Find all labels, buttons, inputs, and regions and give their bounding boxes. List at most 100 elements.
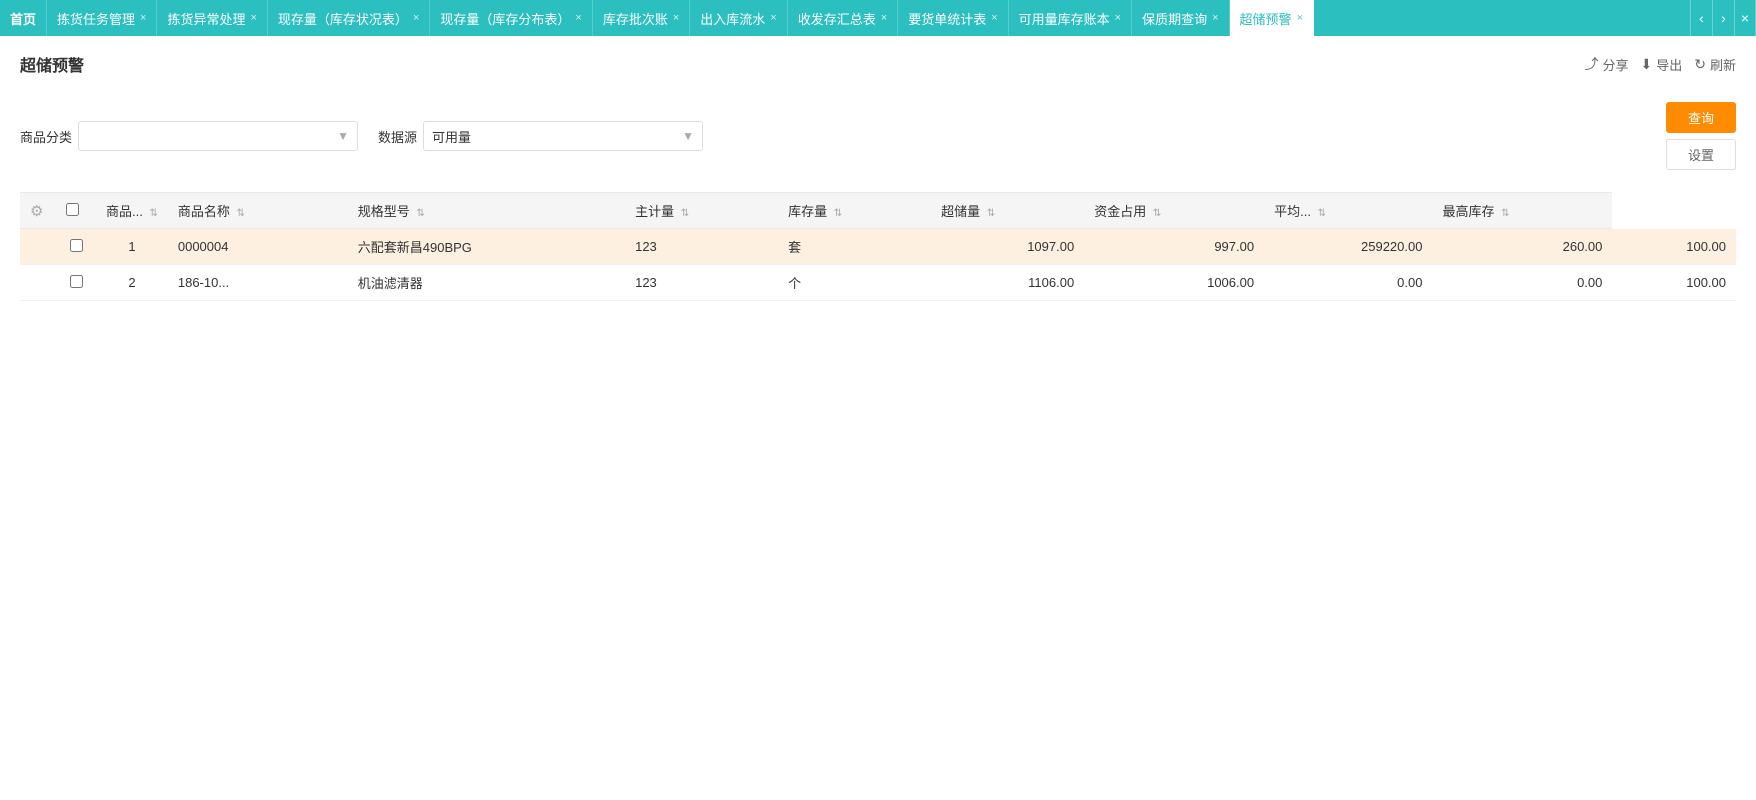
row-stock-0: 1097.00 [931, 229, 1084, 265]
product-category-select[interactable]: ▼ [78, 121, 358, 151]
row-max-stock-1: 100.00 [1612, 265, 1736, 301]
table-row: 1 0000004 六配套新昌490BPG 123 套 1097.00 997.… [20, 229, 1736, 265]
product-category-label: 商品分类 [20, 127, 72, 146]
row-checkbox-1[interactable] [70, 275, 83, 288]
export-label: 导出 [1656, 55, 1682, 74]
nav-tab-4-label: 库存批次账 [603, 9, 668, 28]
nav-tab-5-close[interactable]: × [770, 12, 776, 24]
nav-tab-1[interactable]: 拣货异常处理 × [157, 0, 267, 36]
col-header-avg: 平均... ⇅ [1264, 193, 1432, 229]
header-actions: ⤴ 分享 ⬇ 导出 ↻ 刷新 [1584, 54, 1736, 74]
row-capital-0: 259220.00 [1264, 229, 1432, 265]
sort-product-name-icon[interactable]: ⇅ [237, 208, 245, 219]
nav-tab-3-close[interactable]: × [575, 12, 581, 24]
page-header: 超储预警 ⤴ 分享 ⬇ 导出 ↻ 刷新 [20, 52, 1736, 76]
nav-tab-10[interactable]: 超储预警 × [1230, 0, 1314, 36]
nav-tab-0[interactable]: 拣货任务管理 × [47, 0, 157, 36]
row-product-name-1: 机油滤清器 [348, 265, 625, 301]
sort-avg-icon[interactable]: ⇅ [1318, 208, 1326, 219]
nav-tab-3[interactable]: 现存量（库存分布表） × [430, 0, 592, 36]
filter-area: 商品分类 ▼ 数据源 可用量 ▼ 查询 设置 [20, 92, 1736, 180]
nav-tab-2-close[interactable]: × [413, 12, 419, 24]
refresh-icon: ↻ [1694, 56, 1706, 73]
nav-tab-0-label: 拣货任务管理 [57, 9, 135, 28]
col-header-max-stock: 最高库存 ⇅ [1432, 193, 1612, 229]
sort-capital-icon[interactable]: ⇅ [1153, 208, 1161, 219]
row-product-code-1: 186-10... [168, 265, 348, 301]
nav-tab-9-label: 保质期查询 [1142, 9, 1207, 28]
nav-tab-9[interactable]: 保质期查询 × [1132, 0, 1229, 36]
nav-tab-6[interactable]: 收发存汇总表 × [788, 0, 898, 36]
row-unit-0: 套 [778, 229, 931, 265]
row-capital-1: 0.00 [1264, 265, 1432, 301]
row-unit-1: 个 [778, 265, 931, 301]
row-checkbox-cell-0 [56, 229, 96, 265]
nav-close-button[interactable]: × [1734, 0, 1756, 36]
nav-tab-7-label: 要货单统计表 [908, 9, 986, 28]
nav-tab-7[interactable]: 要货单统计表 × [898, 0, 1008, 36]
nav-tab-4[interactable]: 库存批次账 × [593, 0, 690, 36]
nav-tab-2[interactable]: 现存量（库存状况表） × [268, 0, 430, 36]
refresh-label: 刷新 [1710, 55, 1736, 74]
gear-icon[interactable]: ⚙ [30, 203, 43, 220]
refresh-button[interactable]: ↻ 刷新 [1694, 55, 1736, 74]
setting-button[interactable]: 设置 [1666, 139, 1736, 170]
nav-arrows: ‹ › × [1690, 0, 1756, 36]
nav-tab-8-label: 可用量库存账本 [1019, 9, 1110, 28]
col-header-unit: 主计量 ⇅ [625, 193, 778, 229]
row-overstock-0: 997.00 [1084, 229, 1264, 265]
export-button[interactable]: ⬇ 导出 [1641, 55, 1683, 74]
col-header-product-code: 商品... ⇅ [96, 193, 168, 229]
nav-tab-8-close[interactable]: × [1115, 12, 1121, 24]
col-header-product-name: 商品名称 ⇅ [168, 193, 348, 229]
row-num-1: 2 [96, 265, 168, 301]
query-button[interactable]: 查询 [1666, 102, 1736, 133]
datasource-label: 数据源 [378, 127, 417, 146]
table-header-row: ⚙ 商品... ⇅ 商品名称 ⇅ 规格型号 ⇅ [20, 193, 1736, 229]
row-num-0: 1 [96, 229, 168, 265]
nav-tab-7-close[interactable]: × [991, 12, 997, 24]
select-all-checkbox[interactable] [66, 203, 79, 216]
nav-tab-6-close[interactable]: × [881, 12, 887, 24]
sort-spec-icon[interactable]: ⇅ [416, 208, 424, 219]
page-title: 超储预警 [20, 52, 84, 76]
nav-tab-4-close[interactable]: × [673, 12, 679, 24]
share-button[interactable]: ⤴ 分享 [1584, 54, 1628, 74]
nav-tab-5-label: 出入库流水 [700, 9, 765, 28]
row-product-code-0: 0000004 [168, 229, 348, 265]
top-navigation: 首页 拣货任务管理 × 拣货异常处理 × 现存量（库存状况表） × 现存量（库存… [0, 0, 1756, 36]
nav-prev-button[interactable]: ‹ [1690, 0, 1712, 36]
product-category-filter: 商品分类 ▼ [20, 121, 358, 151]
sort-product-code-icon[interactable]: ⇅ [149, 208, 157, 219]
datasource-value: 可用量 [432, 127, 471, 146]
col-header-stock: 库存量 ⇅ [778, 193, 931, 229]
sort-max-stock-icon[interactable]: ⇅ [1501, 208, 1509, 219]
table-container: ⚙ 商品... ⇅ 商品名称 ⇅ 规格型号 ⇅ [20, 192, 1736, 301]
row-product-name-0: 六配套新昌490BPG [348, 229, 625, 265]
nav-tab-9-close[interactable]: × [1212, 12, 1218, 24]
product-category-arrow-icon: ▼ [337, 129, 349, 143]
nav-next-button[interactable]: › [1712, 0, 1734, 36]
share-label: 分享 [1602, 55, 1628, 74]
sort-stock-icon[interactable]: ⇅ [834, 208, 842, 219]
nav-home[interactable]: 首页 [0, 0, 47, 36]
nav-tab-10-close[interactable]: × [1297, 12, 1303, 24]
row-settings-cell-0 [20, 229, 56, 265]
nav-tab-1-close[interactable]: × [250, 12, 256, 24]
table-row: 2 186-10... 机油滤清器 123 个 1106.00 1006.00 … [20, 265, 1736, 301]
sort-overstock-icon[interactable]: ⇅ [987, 208, 995, 219]
nav-tab-5[interactable]: 出入库流水 × [690, 0, 787, 36]
nav-tab-1-label: 拣货异常处理 [167, 9, 245, 28]
nav-tab-8[interactable]: 可用量库存账本 × [1009, 0, 1132, 36]
row-settings-cell-1 [20, 265, 56, 301]
datasource-select[interactable]: 可用量 ▼ [423, 121, 703, 151]
datasource-filter: 数据源 可用量 ▼ [378, 121, 703, 151]
row-checkbox-0[interactable] [70, 239, 83, 252]
nav-tab-3-label: 现存量（库存分布表） [440, 9, 570, 28]
row-overstock-1: 1006.00 [1084, 265, 1264, 301]
nav-tab-2-label: 现存量（库存状况表） [278, 9, 408, 28]
sort-unit-icon[interactable]: ⇅ [681, 208, 689, 219]
row-spec-0: 123 [625, 229, 778, 265]
row-checkbox-cell-1 [56, 265, 96, 301]
nav-tab-0-close[interactable]: × [140, 12, 146, 24]
